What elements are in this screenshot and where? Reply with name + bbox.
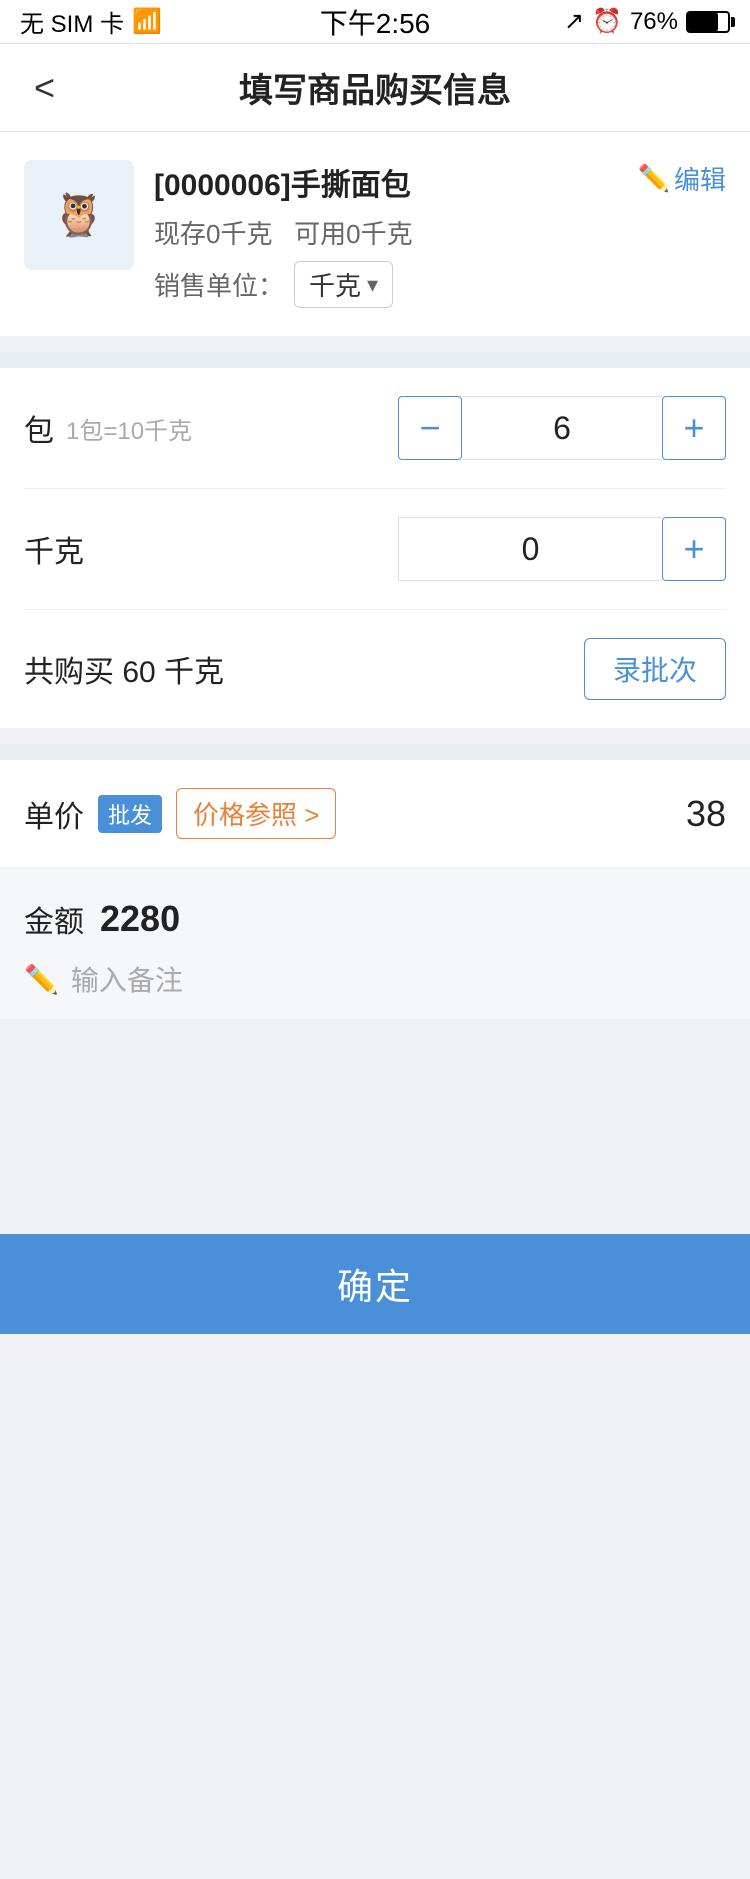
kg-quantity-row: 千克 +: [24, 489, 726, 610]
bao-quantity-control: − +: [398, 396, 726, 460]
product-info: [0000006]手撕面包 ✏️ 编辑 现存0千克 可用0千克 销售单位： 千克…: [154, 160, 726, 308]
note-placeholder: 输入备注: [71, 959, 183, 999]
price-ref-button[interactable]: 价格参照 >: [176, 788, 336, 839]
section-divider: [0, 352, 750, 368]
amount-section: 金额 2280 ✏️ 输入备注: [0, 869, 750, 1019]
price-label: 单价: [24, 792, 84, 836]
summary-text: 共购买 60 千克: [24, 647, 224, 691]
price-label-group: 单价 批发 价格参照 >: [24, 788, 336, 839]
quantity-section: 包 1包=10千克 − + 千克 +: [0, 368, 750, 610]
main-content-area: [0, 1019, 750, 1879]
unit-label: 销售单位：: [154, 266, 284, 303]
price-section: 单价 批发 价格参照 > 38: [0, 760, 750, 867]
price-badge: 批发: [98, 795, 162, 833]
bao-label: 包: [24, 406, 54, 450]
kg-quantity-control: +: [398, 517, 726, 581]
unit-selector[interactable]: 千克 ▾: [294, 261, 393, 308]
batch-button[interactable]: 录批次: [584, 638, 726, 700]
amount-row: 金额 2280: [24, 897, 726, 941]
stock-label: 现存0千克: [154, 219, 272, 249]
back-button[interactable]: <: [24, 57, 65, 119]
note-row[interactable]: ✏️ 输入备注: [24, 959, 726, 999]
product-title-row: [0000006]手撕面包 ✏️ 编辑: [154, 160, 726, 204]
battery-percent: 76%: [630, 8, 678, 36]
bao-minus-button[interactable]: −: [398, 396, 462, 460]
kg-quantity-input[interactable]: [398, 517, 662, 581]
kg-plus-button[interactable]: +: [662, 517, 726, 581]
nav-bar: < 填写商品购买信息: [0, 44, 750, 132]
product-section: 🦉 [0000006]手撕面包 ✏️ 编辑 现存0千克 可用0千克 销售单位： …: [0, 132, 750, 336]
price-value: 38: [686, 793, 726, 835]
summary-section: 共购买 60 千克 录批次: [0, 610, 750, 728]
pencil-icon: ✏️: [24, 963, 59, 996]
amount-label: 金额: [24, 897, 84, 941]
battery-icon: [686, 11, 730, 33]
status-bar: 无 SIM 卡 📶 下午2:56 ↗ ⏰ 76%: [0, 0, 750, 44]
edit-label: 编辑: [674, 160, 726, 197]
alarm-icon: ⏰: [592, 7, 622, 36]
chevron-down-icon: ▾: [367, 272, 378, 298]
status-left: 无 SIM 卡 📶: [20, 4, 162, 39]
edit-link[interactable]: ✏️ 编辑: [638, 160, 726, 197]
bao-hint: 1包=10千克: [66, 411, 192, 446]
bao-quantity-input[interactable]: [462, 396, 662, 460]
status-time: 下午2:56: [320, 2, 431, 42]
bao-plus-button[interactable]: +: [662, 396, 726, 460]
product-owl-icon: 🦉: [53, 191, 105, 240]
kg-label: 千克: [24, 527, 84, 571]
status-right: ↗ ⏰ 76%: [564, 7, 730, 36]
edit-icon: ✏️: [638, 163, 670, 194]
confirm-label: 确定: [337, 1258, 413, 1310]
product-thumbnail: 🦉: [24, 160, 134, 270]
amount-value: 2280: [100, 898, 180, 940]
confirm-button[interactable]: 确定: [0, 1234, 750, 1334]
product-unit-row: 销售单位： 千克 ▾: [154, 261, 726, 308]
bao-label-group: 包 1包=10千克: [24, 406, 192, 450]
bao-quantity-row: 包 1包=10千克 − +: [24, 368, 726, 489]
product-name: [0000006]手撕面包: [154, 160, 638, 204]
kg-label-text: 千克: [24, 527, 84, 571]
product-stock: 现存0千克 可用0千克: [154, 214, 726, 251]
available-label: 可用0千克: [294, 219, 412, 249]
wifi-icon: 📶: [132, 7, 162, 36]
page-title: 填写商品购买信息: [239, 63, 511, 112]
section-divider-2: [0, 744, 750, 760]
unit-value: 千克: [309, 266, 361, 303]
carrier-label: 无 SIM 卡: [20, 4, 124, 39]
location-icon: ↗: [564, 7, 584, 36]
